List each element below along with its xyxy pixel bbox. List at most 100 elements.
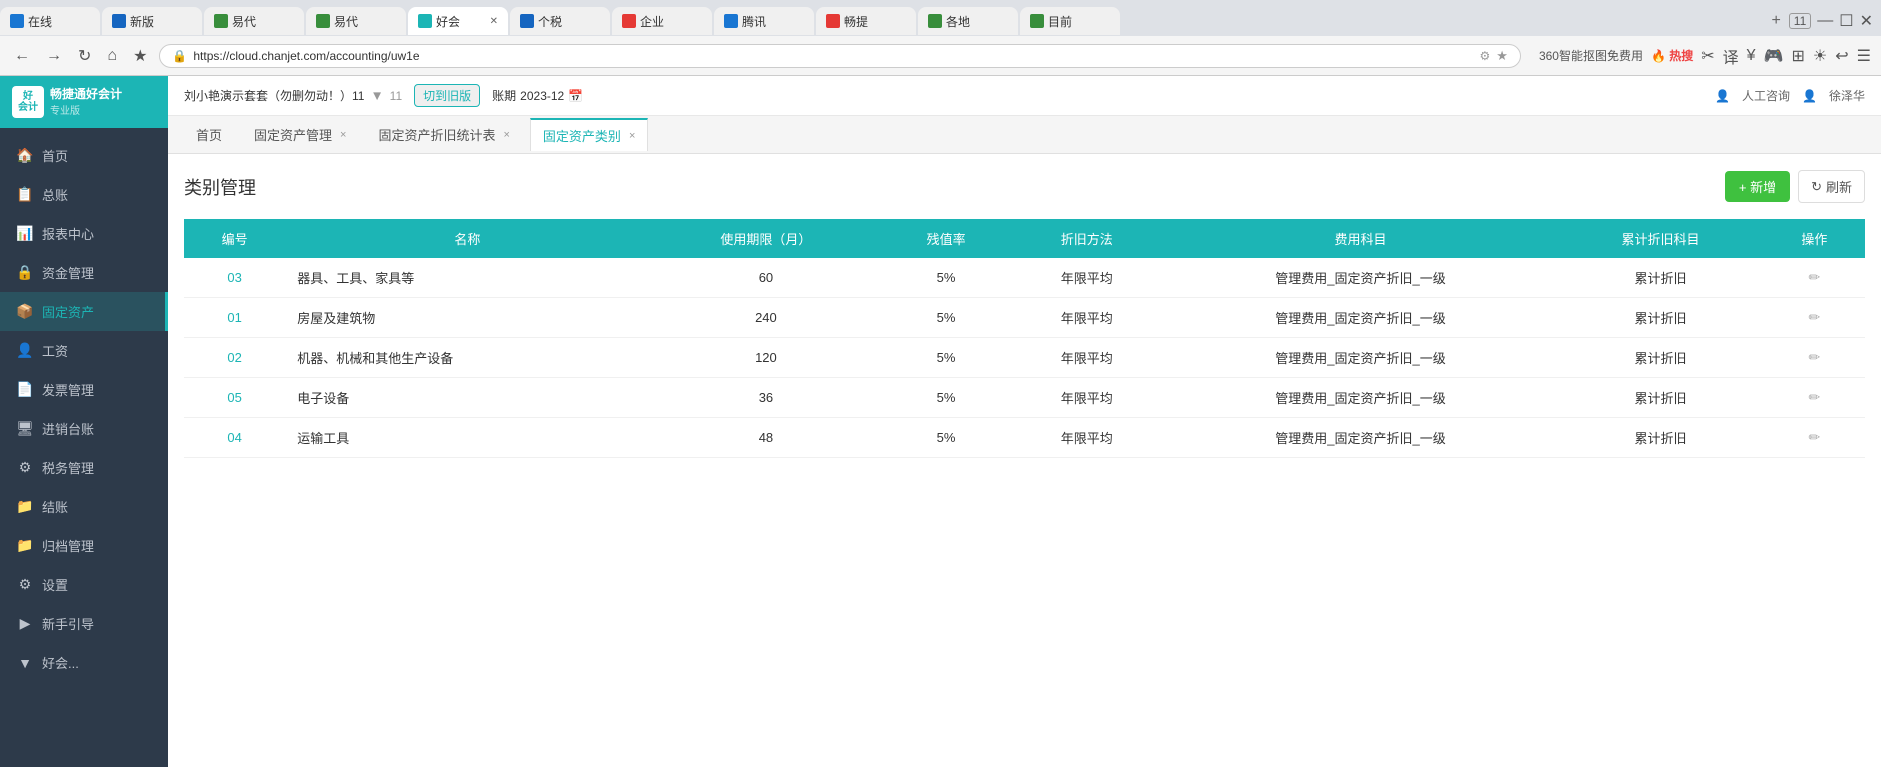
nav-label-trade: 进销台账 xyxy=(42,419,94,438)
sidebar-item-trade[interactable]: 🖥 进销台账 xyxy=(0,409,168,448)
restore-icon[interactable]: ☐ xyxy=(1839,11,1853,31)
tab-favicon xyxy=(112,14,126,28)
calendar-icon[interactable]: 📅 xyxy=(568,89,583,103)
edit-button[interactable]: ✏ xyxy=(1808,269,1820,285)
sidebar-item-reports[interactable]: 📊 报表中心 xyxy=(0,214,168,253)
sidebar-item-funds[interactable]: 🔒 资金管理 xyxy=(0,253,168,292)
tab-close-button[interactable]: ✕ xyxy=(490,16,498,27)
reload-button[interactable]: ↻ xyxy=(74,44,95,68)
table-head: 编号名称使用期限（月）残值率折旧方法费用科目累计折旧科目操作 xyxy=(184,219,1865,258)
header-right: 👤 人工咨询 👤 徐泽华 xyxy=(1715,87,1865,104)
sidebar-item-home[interactable]: 🏠 首页 xyxy=(0,136,168,175)
table-header: 残值率 xyxy=(882,219,1010,258)
browser-tab-t8[interactable]: 腾讯 xyxy=(714,7,814,35)
user-icon: 👤 xyxy=(1802,89,1817,103)
breadcrumb-tab-home[interactable]: 首页 xyxy=(184,119,234,150)
bookmark-star-icon[interactable]: ★ xyxy=(1496,48,1508,64)
edit-button[interactable]: ✏ xyxy=(1808,389,1820,405)
browser-tab-t5[interactable]: 好会 ✕ xyxy=(408,7,508,35)
nav-icon-archive: 📁 xyxy=(16,537,34,555)
browser-tab-t6[interactable]: 个税 xyxy=(510,7,610,35)
address-url[interactable]: https://cloud.chanjet.com/accounting/uw1… xyxy=(193,49,1473,63)
coupon-icon[interactable]: ¥ xyxy=(1747,47,1756,65)
secure-icon: 🔒 xyxy=(172,49,187,63)
sidebar-item-fixed[interactable]: 📦 固定资产 xyxy=(0,292,168,331)
page-header: 类别管理 + 新增 ↻ 刷新 xyxy=(184,170,1865,203)
tab-label: 腾讯 xyxy=(742,13,766,30)
menu-icon[interactable]: ☰ xyxy=(1857,46,1871,66)
cell-accumulated: 累计折旧 xyxy=(1557,378,1763,418)
sidebar-item-invoice[interactable]: 📄 发票管理 xyxy=(0,370,168,409)
sidebar-item-more[interactable]: ▼ 好会... xyxy=(0,643,168,682)
breadcrumb-close-depreciation[interactable]: × xyxy=(503,129,509,141)
sidebar-item-archive[interactable]: 📁 归档管理 xyxy=(0,526,168,565)
edit-button[interactable]: ✏ xyxy=(1808,309,1820,325)
site-info-icon[interactable]: ⚙ xyxy=(1480,49,1491,63)
sidebar-item-guide[interactable]: ▶ 新手引导 xyxy=(0,604,168,643)
browser-tab-t7[interactable]: 企业 xyxy=(612,7,712,35)
nav-icon-funds: 🔒 xyxy=(16,264,34,282)
cell-expense: 管理费用_固定资产折旧_一级 xyxy=(1164,378,1558,418)
switch-version-button[interactable]: 切到旧版 xyxy=(414,84,480,107)
game-icon[interactable]: 🎮 xyxy=(1764,46,1784,66)
home-button[interactable]: ⌂ xyxy=(103,45,121,67)
minimize-icon[interactable]: — xyxy=(1817,12,1833,30)
grid-icon[interactable]: ⊞ xyxy=(1792,46,1805,66)
browser-tab-t1[interactable]: 在线 xyxy=(0,7,100,35)
breadcrumb-tab-depreciation[interactable]: 固定资产折旧统计表 × xyxy=(366,119,521,150)
hot-badge: 🔥 热搜 xyxy=(1651,47,1693,64)
edit-button[interactable]: ✏ xyxy=(1808,429,1820,445)
nav-icon-salary: 👤 xyxy=(16,342,34,360)
table-row: 05 电子设备 36 5% 年限平均 管理费用_固定资产折旧_一级 累计折旧 ✏ xyxy=(184,378,1865,418)
new-tab-button[interactable]: + xyxy=(1765,12,1786,30)
user-name[interactable]: 徐泽华 xyxy=(1829,87,1865,104)
browser-chrome: 在线 新版 易代 易代 好会 ✕ 个税 企业 腾讯 畅提 各地 xyxy=(0,0,1881,76)
undo-icon[interactable]: ↩ xyxy=(1835,46,1848,66)
sidebar-item-settle[interactable]: 📁 结账 xyxy=(0,487,168,526)
edit-button[interactable]: ✏ xyxy=(1808,349,1820,365)
add-button[interactable]: + 新增 xyxy=(1725,171,1790,202)
tab-favicon xyxy=(10,14,24,28)
consultant-label[interactable]: 人工咨询 xyxy=(1742,87,1790,104)
browser-tab-t3[interactable]: 易代 xyxy=(204,7,304,35)
cell-code: 02 xyxy=(184,338,285,378)
cell-method: 年限平均 xyxy=(1010,378,1164,418)
browser-tab-t11[interactable]: 目前 xyxy=(1020,7,1120,35)
refresh-button[interactable]: ↻ 刷新 xyxy=(1798,170,1865,203)
browser-tab-t9[interactable]: 畅提 xyxy=(816,7,916,35)
nav-icon-more: ▼ xyxy=(16,654,34,672)
sidebar-item-salary[interactable]: 👤 工资 xyxy=(0,331,168,370)
refresh-icon: ↻ xyxy=(1811,179,1822,195)
tab-label: 易代 xyxy=(334,13,358,30)
translate-icon[interactable]: 译 xyxy=(1723,44,1739,68)
cell-period: 36 xyxy=(650,378,883,418)
breadcrumb-close-category[interactable]: × xyxy=(629,130,635,142)
close-icon[interactable]: ✕ xyxy=(1860,11,1873,31)
bookmark-button[interactable]: ★ xyxy=(129,44,151,68)
nav-label-fixed: 固定资产 xyxy=(42,302,94,321)
cell-accumulated: 累计折旧 xyxy=(1557,338,1763,378)
cell-name: 电子设备 xyxy=(285,378,649,418)
table-header: 名称 xyxy=(285,219,649,258)
browser-tab-t10[interactable]: 各地 xyxy=(918,7,1018,35)
sidebar-item-ledger[interactable]: 📋 总账 xyxy=(0,175,168,214)
breadcrumb-tab-fixed-mgmt[interactable]: 固定资产管理 × xyxy=(242,119,358,150)
cell-accumulated: 累计折旧 xyxy=(1557,298,1763,338)
nav-icon-fixed: 📦 xyxy=(16,303,34,321)
breadcrumb-tab-category[interactable]: 固定资产类别 × xyxy=(530,118,648,151)
brightness-icon[interactable]: ☀ xyxy=(1813,46,1827,66)
back-button[interactable]: ← xyxy=(10,45,34,67)
sidebar-item-tax[interactable]: ⚙ 税务管理 xyxy=(0,448,168,487)
cut-icon[interactable]: ✂ xyxy=(1701,46,1714,66)
tab-label: 畅提 xyxy=(844,13,868,30)
cell-residual: 5% xyxy=(882,258,1010,298)
forward-button[interactable]: → xyxy=(42,45,66,67)
table-header: 操作 xyxy=(1764,219,1865,258)
sidebar-item-settings[interactable]: ⚙ 设置 xyxy=(0,565,168,604)
tab-favicon xyxy=(724,14,738,28)
breadcrumb-close-fixed-mgmt[interactable]: × xyxy=(340,129,346,141)
company-dropdown[interactable]: ▼ xyxy=(370,88,383,103)
browser-tab-t2[interactable]: 新版 xyxy=(102,7,202,35)
tab-favicon xyxy=(520,14,534,28)
browser-tab-t4[interactable]: 易代 xyxy=(306,7,406,35)
